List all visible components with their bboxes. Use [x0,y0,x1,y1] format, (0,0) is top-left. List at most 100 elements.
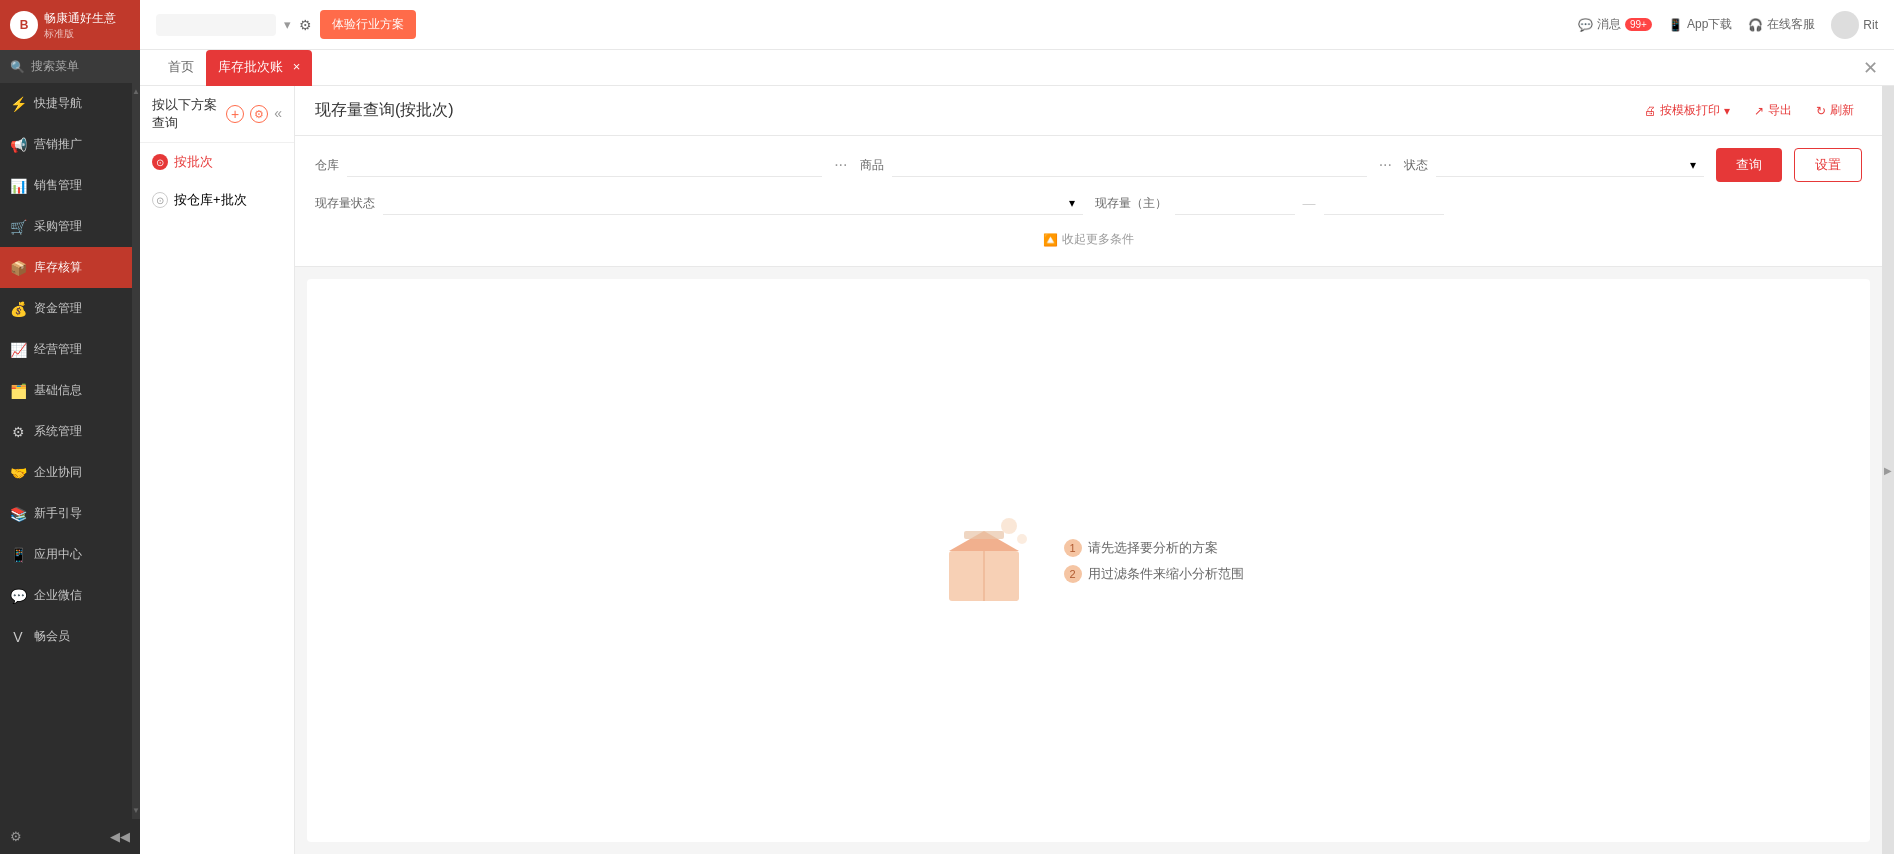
sidebar-item-finance[interactable]: 💰 资金管理 [0,288,132,329]
topbar-chevron-icon[interactable]: ▾ [284,17,291,32]
inventory-qty-min[interactable] [1175,192,1295,215]
experience-btn[interactable]: 体验行业方案 [320,10,416,39]
settings-icon[interactable]: ⚙ [10,829,22,844]
sidebar-item-inventory[interactable]: 📦 库存核算 [0,247,132,288]
sidebar-search[interactable]: 🔍 搜索菜单 [0,50,140,83]
sidebar-item-label: 系统管理 [34,423,82,440]
sidebar-item-label: 快捷导航 [34,95,82,112]
app-download-label: App下载 [1687,16,1732,33]
sidebar-item-label: 应用中心 [34,546,82,563]
refresh-icon: ↻ [1816,104,1826,118]
search-label: 搜索菜单 [31,58,79,75]
product-dots[interactable]: ··· [1379,156,1392,174]
query-button[interactable]: 查询 [1716,148,1782,182]
sidebar-item-wechat[interactable]: 💬 企业微信 [0,575,132,616]
sidebar-item-label: 企业协同 [34,464,82,481]
page-header: 现存量查询(按批次) 🖨 按模板打印 ▾ ↗ 导出 ↻ 刷新 [295,86,1882,136]
warehouse-batch-icon: ⊙ [152,192,168,208]
sidebar-item-quick[interactable]: ⚡ 快捷导航 [0,83,132,124]
sidebar-item-operation[interactable]: 📈 经营管理 [0,329,132,370]
sidebar-header: B 畅康通好生意 标准版 [0,0,140,50]
export-btn[interactable]: ↗ 导出 [1746,98,1800,123]
sidebar-item-label: 新手引导 [34,505,82,522]
sidebar-item-label: 基础信息 [34,382,82,399]
panel-add-btn[interactable]: + [226,105,244,123]
print-label: 按模板打印 [1660,102,1720,119]
empty-hint-1: 1 请先选择要分析的方案 [1064,539,1244,557]
sidebar-item-guide[interactable]: 📚 新手引导 [0,493,132,534]
message-btn[interactable]: 💬 消息 99+ [1578,16,1652,33]
panel-actions: + ⚙ « [226,105,282,123]
scroll-down-btn[interactable]: ▼ [130,804,140,817]
print-dropdown-icon[interactable]: ▾ [1724,104,1730,118]
app-name: 畅康通好生意 [44,10,116,27]
topbar-gear-icon[interactable]: ⚙ [299,17,312,33]
print-btn[interactable]: 🖨 按模板打印 ▾ [1636,98,1738,123]
sidebar-scrollbar[interactable]: ▲ ▼ [132,83,140,819]
left-panel: 按以下方案查询 + ⚙ « ⊙ 按批次 ⊙ 按仓库+批次 [140,86,295,854]
collapse-sidebar-btn[interactable]: ◀◀ [110,829,130,844]
sidebar-item-system[interactable]: ⚙ 系统管理 [0,411,132,452]
sidebar-bottom: ⚙ ◀◀ [0,819,140,854]
warehouse-input[interactable] [347,154,822,177]
user-name: Rit [1863,18,1878,32]
svg-point-5 [1017,534,1027,544]
sidebar-item-sales[interactable]: 📊 销售管理 [0,165,132,206]
member-icon: V [10,629,26,645]
sidebar-item-collab[interactable]: 🤝 企业协同 [0,452,132,493]
settings-button[interactable]: 设置 [1794,148,1862,182]
content-area: 按以下方案查询 + ⚙ « ⊙ 按批次 ⊙ 按仓库+批次 现存量查询(按批次) [140,86,1894,854]
panel-item-batch[interactable]: ⊙ 按批次 [140,143,294,181]
status-select[interactable]: ▾ [1436,154,1704,177]
filter-row-2: 现存量状态 ▾ 现存量（主） — [315,192,1862,215]
sidebar-item-member[interactable]: V 畅会员 [0,616,132,657]
hint-text-1: 请先选择要分析的方案 [1088,539,1218,557]
sidebar-item-label: 经营管理 [34,341,82,358]
panel-title-text: 按以下方案查询 [152,96,226,132]
sidebar-item-apps[interactable]: 📱 应用中心 [0,534,132,575]
panel-settings-btn[interactable]: ⚙ [250,105,268,123]
warehouse-label: 仓库 [315,157,339,174]
panel-collapse-btn[interactable]: « [274,105,282,123]
inventory-status-select[interactable]: ▾ [383,192,1083,215]
warehouse-dots[interactable]: ··· [834,156,847,174]
panel-item-label: 按批次 [174,153,213,171]
scroll-up-btn[interactable]: ▲ [130,85,140,98]
online-service-btn[interactable]: 🎧 在线客服 [1748,16,1815,33]
collapse-filter-btn[interactable]: 🔼 收起更多条件 [315,225,1862,254]
hint-num-2: 2 [1064,565,1082,583]
app-download-btn[interactable]: 📱 App下载 [1668,16,1732,33]
sidebar-item-basic[interactable]: 🗂️ 基础信息 [0,370,132,411]
tab-close-btn[interactable]: × [293,59,301,74]
header-actions: 🖨 按模板打印 ▾ ↗ 导出 ↻ 刷新 [1636,98,1862,123]
inventory-status-label: 现存量状态 [315,195,375,212]
panel-title-area: 按以下方案查询 + ⚙ « [140,86,294,143]
empty-text-area: 1 请先选择要分析的方案 2 用过滤条件来缩小分析范围 [1064,539,1244,583]
topbar-search-input[interactable] [156,14,276,36]
panel-item-warehouse-batch[interactable]: ⊙ 按仓库+批次 [140,181,294,219]
sidebar-item-label: 采购管理 [34,218,82,235]
panel-item-label: 按仓库+批次 [174,191,247,209]
inventory-qty-max[interactable] [1324,192,1444,215]
empty-hint-2: 2 用过滤条件来缩小分析范围 [1064,565,1244,583]
sidebar-item-purchase[interactable]: 🛒 采购管理 [0,206,132,247]
refresh-btn[interactable]: ↻ 刷新 [1808,98,1862,123]
sidebar-item-label: 畅会员 [34,628,70,645]
print-icon: 🖨 [1644,104,1656,118]
operation-icon: 📈 [10,342,26,358]
product-input[interactable] [892,154,1367,177]
message-badge: 99+ [1625,18,1652,31]
tab-inventory-batch[interactable]: 库存批次账 × [206,50,312,86]
global-close-btn[interactable]: ✕ [1863,57,1878,79]
download-icon: 📱 [1668,18,1683,32]
sidebar-item-marketing[interactable]: 📢 营销推广 [0,124,132,165]
inventory-qty-label: 现存量（主） [1095,195,1167,212]
user-avatar-area[interactable]: Rit [1831,11,1878,39]
collapse-label: 收起更多条件 [1062,231,1134,248]
right-panel: 现存量查询(按批次) 🖨 按模板打印 ▾ ↗ 导出 ↻ 刷新 [295,86,1882,854]
sidebar-item-label: 库存核算 [34,259,82,276]
export-icon: ↗ [1754,104,1764,118]
tab-home[interactable]: 首页 [156,50,206,86]
product-label: 商品 [860,157,884,174]
right-edge-toggle[interactable]: ▶ [1882,86,1894,854]
